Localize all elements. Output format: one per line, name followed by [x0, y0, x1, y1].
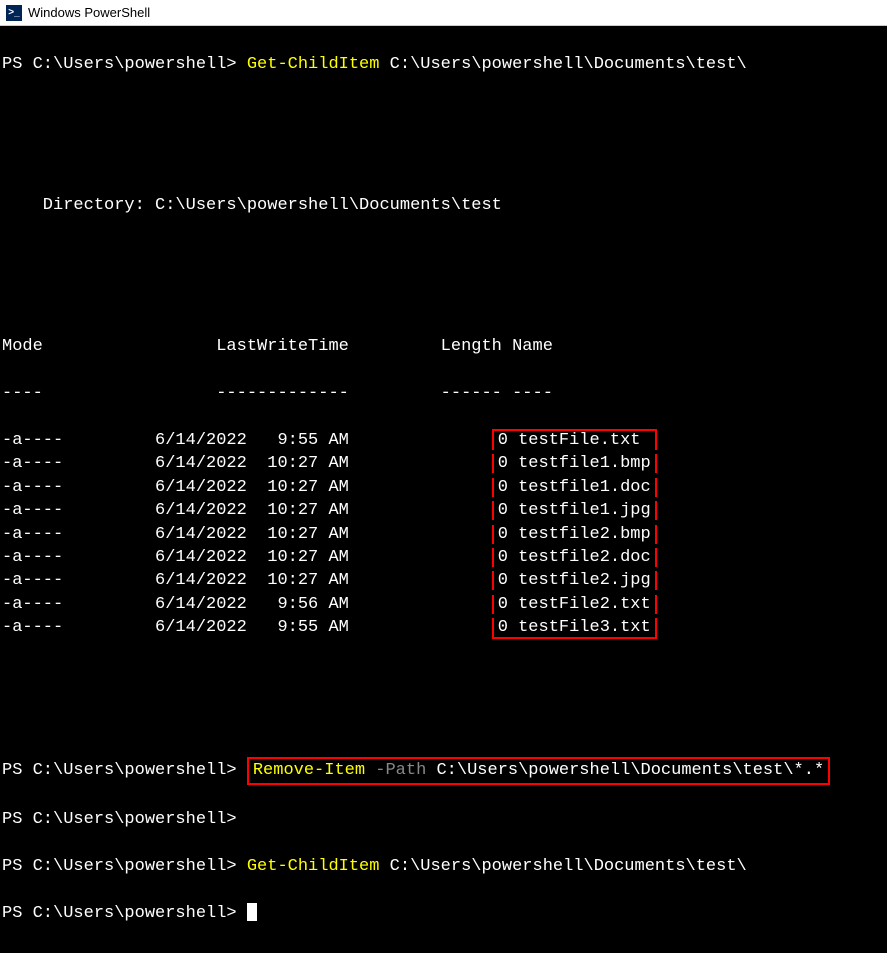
file-name-cell: 0 testfile2.jpg [492, 571, 657, 590]
file-meta: -a---- 6/14/2022 9:56 AM [2, 595, 492, 614]
blank-line [2, 100, 885, 123]
file-meta: -a---- 6/14/2022 10:27 AM [2, 548, 492, 567]
file-name-cell: 0 testfile2.bmp [492, 525, 657, 544]
file-meta: -a---- 6/14/2022 10:27 AM [2, 478, 492, 497]
window-title: Windows PowerShell [28, 5, 150, 20]
blank-line [2, 241, 885, 264]
directory-line: Directory: C:\Users\powershell\Documents… [2, 194, 885, 217]
file-name-cell: 0 testfile1.jpg [492, 501, 657, 520]
window-titlebar[interactable]: >_ Windows PowerShell [0, 0, 887, 26]
cmdlet-name: Remove-Item [253, 761, 365, 780]
prompt: PS C:\Users\powershell> [2, 857, 237, 876]
table-row: -a---- 6/14/2022 10:27 AM 0 testfile2.jp… [2, 569, 885, 592]
cursor [247, 903, 257, 921]
blank-line [2, 147, 885, 170]
command-line-5: PS C:\Users\powershell> [2, 902, 885, 925]
command-line-1: PS C:\Users\powershell> Get-ChildItem C:… [2, 53, 885, 76]
file-meta: -a---- 6/14/2022 10:27 AM [2, 525, 492, 544]
file-meta: -a---- 6/14/2022 9:55 AM [2, 618, 492, 637]
table-row: -a---- 6/14/2022 10:27 AM 0 testfile1.do… [2, 476, 885, 499]
prompt: PS C:\Users\powershell> [2, 904, 237, 923]
file-meta: -a---- 6/14/2022 10:27 AM [2, 501, 492, 520]
table-row: -a---- 6/14/2022 10:27 AM 0 testfile2.bm… [2, 523, 885, 546]
dash-right: ---- [512, 384, 553, 403]
file-name-cell: 0 testFile2.txt [492, 595, 657, 614]
table-row: -a---- 6/14/2022 9:55 AM 0 testFile.txt [2, 429, 885, 452]
cmdlet-arg: C:\Users\powershell\Documents\test\ [379, 857, 746, 876]
table-row: -a---- 6/14/2022 10:27 AM 0 testfile1.bm… [2, 452, 885, 475]
cmdlet-name: Get-ChildItem [247, 55, 380, 74]
file-name-cell: 0 testfile2.doc [492, 548, 657, 567]
blank-line [2, 663, 885, 686]
terminal-area[interactable]: PS C:\Users\powershell> Get-ChildItem C:… [0, 26, 887, 953]
cmdlet-arg: C:\Users\powershell\Documents\test\ [379, 55, 746, 74]
dash-left: ---- ------------- ------ [2, 384, 512, 403]
table-divider: ---- ------------- ------ ---- [2, 382, 885, 405]
cmdlet-arg: C:\Users\powershell\Documents\test\*.* [426, 761, 824, 780]
command-line-4: PS C:\Users\powershell> Get-ChildItem C:… [2, 855, 885, 878]
file-meta: -a---- 6/14/2022 9:55 AM [2, 431, 492, 450]
command-line-2: PS C:\Users\powershell> Remove-Item -Pat… [2, 757, 885, 784]
file-meta: -a---- 6/14/2022 10:27 AM [2, 454, 492, 473]
file-name-cell: 0 testfile1.doc [492, 478, 657, 497]
table-row: -a---- 6/14/2022 10:27 AM 0 testfile1.jp… [2, 499, 885, 522]
prompt: PS C:\Users\powershell> [2, 55, 237, 74]
cmdlet-name: Get-ChildItem [247, 857, 380, 876]
cmdlet-param: -Path [365, 761, 426, 780]
file-name-cell: 0 testfile1.bmp [492, 454, 657, 473]
prompt: PS C:\Users\powershell> [2, 810, 237, 829]
table-header: Mode LastWriteTime Length Name [2, 335, 885, 358]
file-name-cell: 0 testFile3.txt [492, 618, 657, 639]
file-listing: -a---- 6/14/2022 9:55 AM 0 testFile.txt … [2, 429, 885, 640]
prompt: PS C:\Users\powershell> [2, 761, 237, 780]
table-row: -a---- 6/14/2022 9:56 AM 0 testFile2.txt [2, 593, 885, 616]
highlighted-command: Remove-Item -Path C:\Users\powershell\Do… [247, 757, 830, 784]
powershell-icon-glyph: >_ [8, 7, 19, 18]
blank-line [2, 288, 885, 311]
powershell-icon: >_ [6, 5, 22, 21]
blank-line [2, 710, 885, 733]
command-line-3: PS C:\Users\powershell> [2, 808, 885, 831]
table-row: -a---- 6/14/2022 10:27 AM 0 testfile2.do… [2, 546, 885, 569]
file-name-cell: 0 testFile.txt [492, 429, 657, 450]
file-meta: -a---- 6/14/2022 10:27 AM [2, 571, 492, 590]
table-row: -a---- 6/14/2022 9:55 AM 0 testFile3.txt [2, 616, 885, 639]
